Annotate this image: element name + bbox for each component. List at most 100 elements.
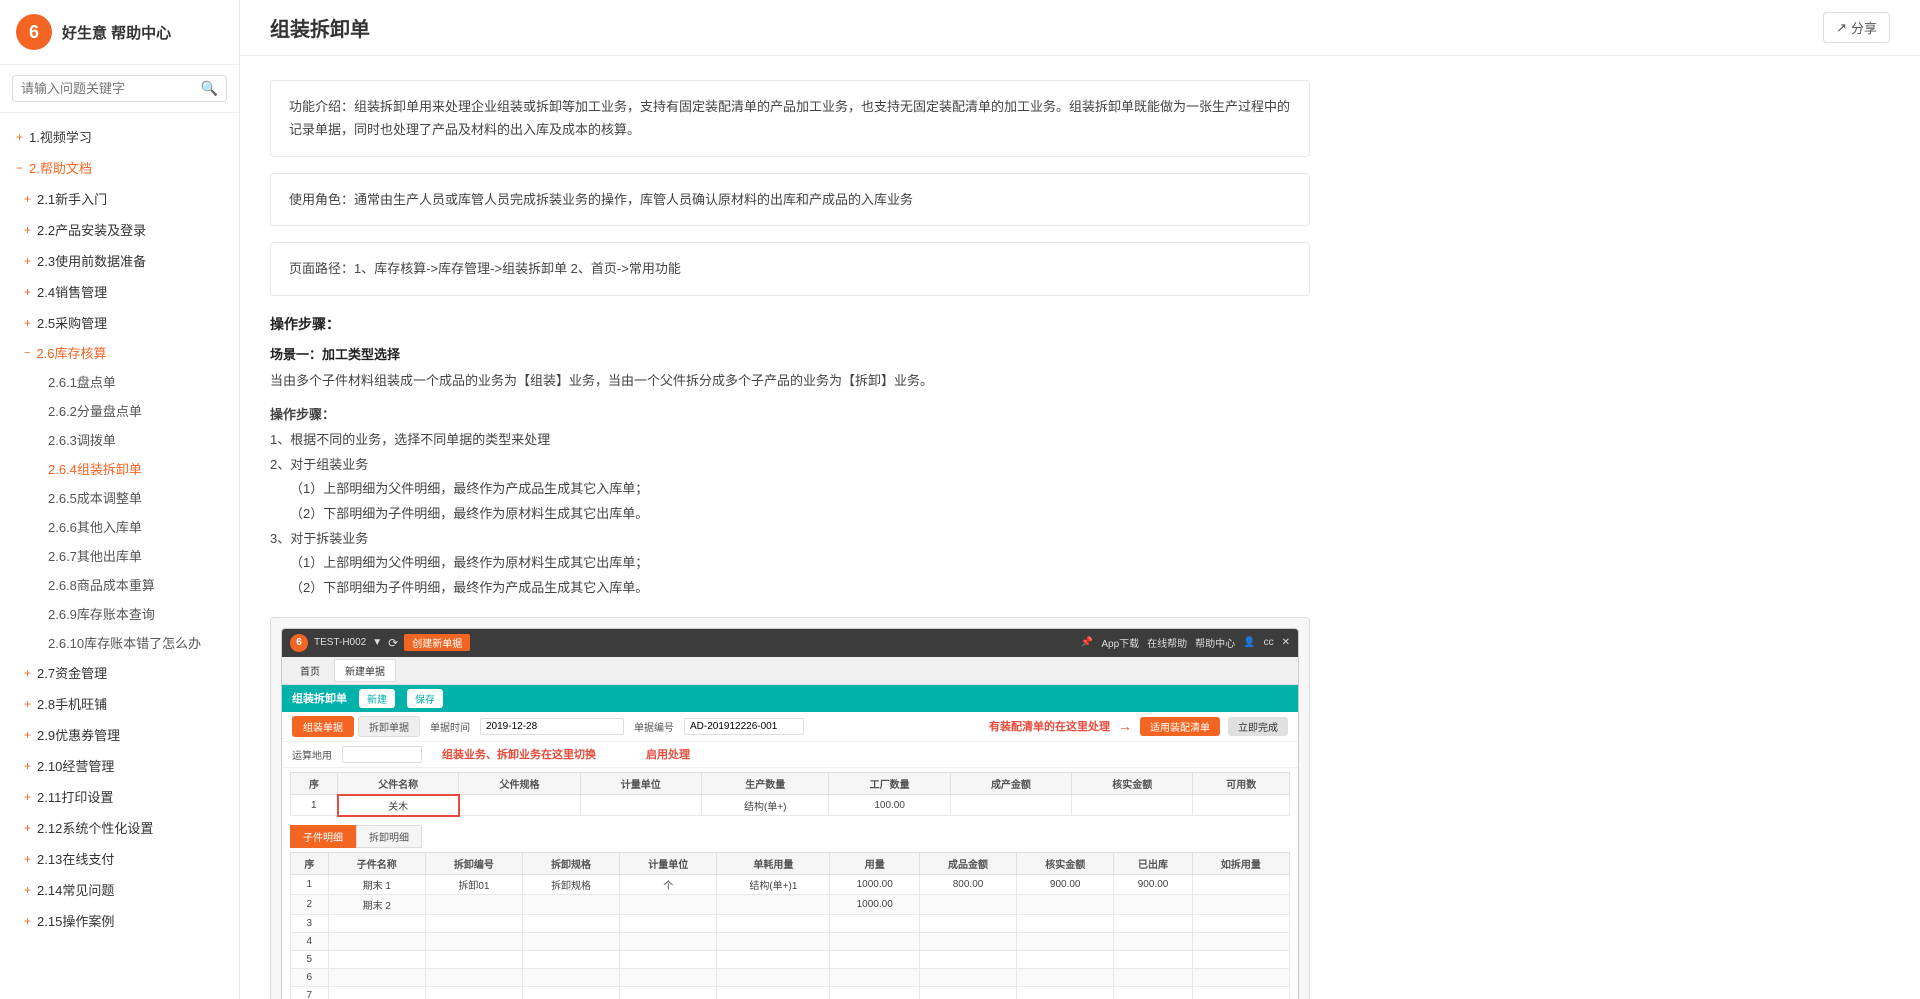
type-btn-disassembly[interactable]: 拆卸单据 [358,716,420,737]
nav-item-265[interactable]: 2.6.5成本调整单 [32,483,239,512]
nav-item-23[interactable]: + 2.3使用前数据准备 [16,245,239,276]
help-center: 帮助中心 [1195,635,1235,650]
nav-item-28[interactable]: + 2.8手机旺铺 [16,688,239,719]
logo-area: 6 好生意 帮助中心 [0,0,239,65]
nav-group-docs-header[interactable]: − 2.帮助文档 [0,152,239,183]
lh-actual-amt: 核实金额 [1017,852,1114,874]
annotation2-text: 组装业务、拆卸业务在这里切换 [442,746,596,762]
search-button[interactable]: 🔍 [201,80,218,97]
lh-unit: 计量单位 [620,852,717,874]
lower-row-1: 1 期末 1 拆卸01 拆卸规格 个 结构(单+)1 1000.00 800.0… [291,874,1290,894]
nav-tree: + 1.视频学习 − 2.帮助文档 + 2.1新手入门 + 2.2产品安装及登录 [0,113,239,944]
type-btn-assembly[interactable]: 组装单据 [292,716,354,737]
nav-item-269[interactable]: 2.6.9库存账本查询 [32,599,239,628]
titlebar-right: 📌 App下载 在线帮助 帮助中心 👤 cc ✕ [1081,635,1290,650]
nav-item-213[interactable]: + 2.13在线支付 [16,843,239,874]
tab-disassembly-detail[interactable]: 拆卸明细 [356,825,422,848]
titlebar-dropdown-icon: ▼ [372,637,382,648]
annotation1-text: 有装配清单的在这里处理 [989,718,1110,734]
lh-per-qty: 单耗用量 [717,852,830,874]
upper-table-row-1: 1 关木 结构(单+) 100.00 [291,795,1290,816]
nav-item-215[interactable]: + 2.15操作案例 [16,905,239,936]
online-help: 在线帮助 [1147,635,1187,650]
scenario1-desc: 当由多个子件材料组装成一个成品的业务为【组装】业务，当由一个父件拆分成多个子产品… [270,369,1310,394]
col-seq: 序 [291,772,338,795]
nav-item-263[interactable]: 2.6.3调拨单 [32,425,239,454]
lh-spec: 拆卸规格 [522,852,619,874]
sub-label: 运算地用 [292,747,332,762]
type-selector: 组装单据 拆卸单据 [292,716,420,737]
user-cc: cc [1264,637,1274,648]
steps-subtitle: 操作步骤： [270,403,1310,428]
logo-text: 好生意 帮助中心 [62,22,171,43]
nav-item-21[interactable]: + 2.1新手入门 [16,183,239,214]
cell-actual-amt [1072,795,1193,816]
form-row-2: 运算地用 组装业务、拆卸业务在这里切换 启用处理 [282,742,1298,768]
close-icon[interactable]: ✕ [1282,637,1290,648]
titlebar-new-btn[interactable]: 创建新单据 [404,634,470,651]
col-unit: 计量单位 [580,772,701,795]
inner-content-area: 组装拆卸单 新建 保存 组装单据 拆卸单据 单据时间 单据编号 [282,685,1298,999]
lh-seq: 序 [291,852,329,874]
form-header-bar: 组装拆卸单 新建 保存 [282,685,1298,712]
nav-item-261[interactable]: 2.6.1盘点单 [32,367,239,396]
expand-icon-docs: − [16,161,23,175]
lower-row-7: 7 [291,986,1290,999]
lower-row-3: 3 [291,914,1290,932]
nav-item-266[interactable]: 2.6.6其他入库单 [32,512,239,541]
nav-item-262[interactable]: 2.6.2分量盘点单 [32,396,239,425]
nav-item-22[interactable]: + 2.2产品安装及登录 [16,214,239,245]
col-parent-name: 父件名称 [338,772,459,795]
expand-icon: + [16,130,23,144]
search-box[interactable]: 🔍 [12,75,227,102]
nav-item-211[interactable]: + 2.11打印设置 [16,781,239,812]
inner-logo: 6 [290,634,308,652]
nav-item-267[interactable]: 2.6.7其他出库单 [32,541,239,570]
tab-child-detail[interactable]: 子件明细 [290,825,356,848]
nav-item-2610[interactable]: 2.6.10库存账本错了怎么办 [32,628,239,657]
nav-item-212[interactable]: + 2.12系统个性化设置 [16,812,239,843]
nav-item-29[interactable]: + 2.9优惠券管理 [16,719,239,750]
form-btn-new[interactable]: 新建 [359,689,395,708]
nav-item-264[interactable]: 2.6.4组装拆卸单 [32,454,239,483]
cell-avail [1193,795,1290,816]
col-parent-spec: 父件规格 [459,772,580,795]
nav-item-25[interactable]: + 2.5采购管理 [16,307,239,338]
date-label: 单据时间 [430,719,470,734]
upper-table-section: 序 父件名称 父件规格 计量单位 生产数量 工厂数量 成产金额 核实金额 可用数 [282,768,1298,821]
nav-item-26[interactable]: − 2.6库存核算 [16,338,239,367]
role-text: 使用角色：通常由生产人员或库管人员完成拆装业务的操作，库管人员确认原材料的出库和… [289,192,913,207]
nav-group-docs-label: 2.帮助文档 [29,158,92,177]
apply-btn[interactable]: 适用装配清单 [1140,717,1220,736]
col-factory-qty: 工厂数量 [829,772,950,795]
col-prod-amt: 成产金额 [950,772,1071,795]
share-button[interactable]: ↗ 分享 [1823,12,1890,43]
col-avail: 可用数 [1193,772,1290,795]
path-block: 页面路径：1、库存核算->库存管理->组装拆卸单 2、首页->常用功能 [270,242,1310,295]
inner-titlebar: 6 TEST-H002 ▼ ⟳ 创建新单据 📌 App下载 在线帮助 帮助中心 … [282,629,1298,657]
form-btn-save[interactable]: 保存 [407,689,443,708]
main-content: 组装拆卸单 ↗ 分享 功能介绍：组装拆卸单用来处理企业组装或拆卸等加工业务，支持… [240,0,1920,999]
nav-items-26: 2.6.1盘点单 2.6.2分量盘点单 2.6.3调拨单 2.6.4组装拆卸单 … [16,367,239,657]
search-input[interactable] [21,81,201,96]
share-icon: ↗ [1836,20,1847,36]
nav-item-27[interactable]: + 2.7资金管理 [16,657,239,688]
complete-btn[interactable]: 立即完成 [1228,717,1288,736]
nav-group-video-header[interactable]: + 1.视频学习 [0,121,239,152]
intro-block: 功能介绍：组装拆卸单用来处理企业组装或拆卸等加工业务，支持有固定装配清单的产品加… [270,80,1310,157]
cell-unit [580,795,701,816]
date-input[interactable] [480,718,624,735]
cell-parent-name: 关木 [338,795,459,816]
sub-input[interactable] [342,746,422,763]
step2-sub2: （2）下部明细为子件明细，最终作为原材料生成其它出库单。 [270,502,1310,527]
nav-item-210[interactable]: + 2.10经营管理 [16,750,239,781]
nav-item-214[interactable]: + 2.14常见问题 [16,874,239,905]
nav-item-268[interactable]: 2.6.8商品成本重算 [32,570,239,599]
steps-title: 操作步骤： [270,314,1310,334]
cell-seq: 1 [291,795,338,816]
screenshot-container: 6 TEST-H002 ▼ ⟳ 创建新单据 📌 App下载 在线帮助 帮助中心 … [270,617,1310,999]
num-input[interactable] [684,718,804,735]
nav-item-24[interactable]: + 2.4销售管理 [16,276,239,307]
tab-new-doc[interactable]: 新建单据 [334,659,396,682]
tab-home[interactable]: 首页 [290,660,330,681]
